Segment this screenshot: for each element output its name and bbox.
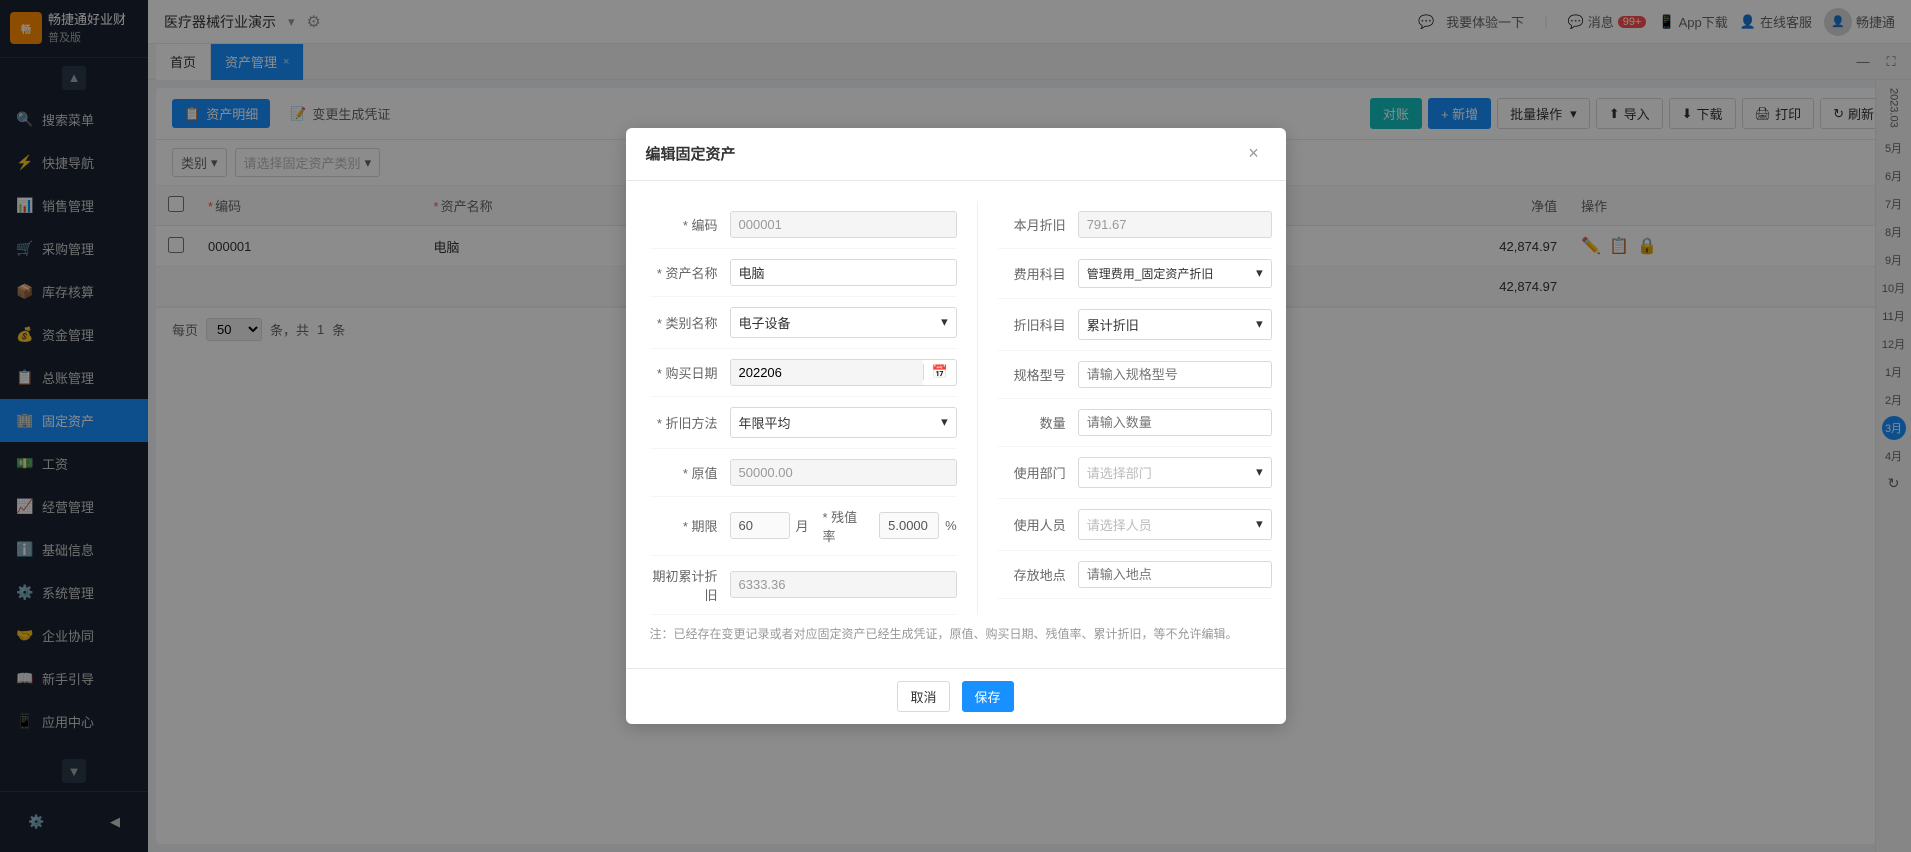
form-storage-row: 存放地点 <box>998 551 1272 599</box>
form-period-row: * 期限 月 * 残值率 % <box>650 497 957 556</box>
expense-account-value: 管理费用_固定资产折旧 <box>1087 265 1214 282</box>
form-name-row: * 资产名称 <box>650 249 957 297</box>
modal-header: 编辑固定资产 × <box>626 128 1286 181</box>
user-select[interactable]: 请选择人员 ▾ <box>1078 509 1272 540</box>
form-right-col: 本月折旧 费用科目 管理费用_固定资产折旧 ▾ 折旧科目 累计折旧 <box>978 201 1272 615</box>
depreciation-method-value: 年限平均 <box>739 413 791 432</box>
calendar-icon[interactable]: 📅 <box>923 364 956 380</box>
purchase-date-label: * 购买日期 <box>650 363 730 382</box>
department-select[interactable]: 请选择部门 ▾ <box>1078 457 1272 488</box>
edit-asset-modal: 编辑固定资产 × * 编码 * 资产名称 * 类别名称 <box>626 128 1286 724</box>
form-code-row: * 编码 <box>650 201 957 249</box>
depreciation-method-select[interactable]: 年限平均 ▾ <box>730 407 957 438</box>
storage-input[interactable] <box>1078 561 1272 588</box>
category-label: * 类别名称 <box>650 313 730 332</box>
storage-label: 存放地点 <box>998 565 1078 584</box>
form-monthly-depreciation-row: 本月折旧 <box>998 201 1272 249</box>
original-value-input[interactable] <box>730 459 957 486</box>
name-input[interactable] <box>730 259 957 286</box>
spec-input[interactable] <box>1078 361 1272 388</box>
code-input[interactable] <box>730 211 957 238</box>
monthly-depreciation-input[interactable] <box>1078 211 1272 238</box>
modal-close-button[interactable]: × <box>1242 142 1266 166</box>
form-user-row: 使用人员 请选择人员 ▾ <box>998 499 1272 551</box>
user-placeholder: 请选择人员 <box>1087 515 1152 534</box>
depreciation-account-value: 累计折旧 <box>1087 315 1139 334</box>
residual-rate-label: * 残值率 <box>823 507 866 545</box>
name-label: * 资产名称 <box>650 263 730 282</box>
form-expense-account-row: 费用科目 管理费用_固定资产折旧 ▾ <box>998 249 1272 299</box>
spec-label: 规格型号 <box>998 365 1078 384</box>
notice-text: 注：已经存在变更记录或者对应固定资产已经生成凭证，原值、购买日期、残值率、累计折… <box>650 615 1262 648</box>
form-purchase-date-row: * 购买日期 📅 <box>650 349 957 397</box>
period-unit: 月 <box>796 516 809 535</box>
form-spec-row: 规格型号 <box>998 351 1272 399</box>
monthly-depreciation-label: 本月折旧 <box>998 215 1078 234</box>
quantity-input[interactable] <box>1078 409 1272 436</box>
residual-rate-unit: % <box>945 518 957 533</box>
expense-account-icon: ▾ <box>1256 265 1263 281</box>
category-dropdown-icon: ▾ <box>941 314 948 330</box>
expense-account-select[interactable]: 管理费用_固定资产折旧 ▾ <box>1078 259 1272 288</box>
category-value: 电子设备 <box>739 313 791 332</box>
modal-title: 编辑固定资产 <box>646 143 736 164</box>
user-label: 使用人员 <box>998 515 1078 534</box>
category-select[interactable]: 电子设备 ▾ <box>730 307 957 338</box>
period-input[interactable] <box>730 512 790 539</box>
expense-account-label: 费用科目 <box>998 264 1078 283</box>
user-select-icon: ▾ <box>1256 516 1263 532</box>
modal-overlay: 编辑固定资产 × * 编码 * 资产名称 * 类别名称 <box>0 0 1911 852</box>
department-label: 使用部门 <box>998 463 1078 482</box>
form-grid: * 编码 * 资产名称 * 类别名称 电子设备 ▾ <box>650 201 1262 615</box>
quantity-label: 数量 <box>998 413 1078 432</box>
depreciation-account-select[interactable]: 累计折旧 ▾ <box>1078 309 1272 340</box>
period-label: * 期限 <box>650 516 730 535</box>
purchase-date-input-group: 📅 <box>730 359 957 386</box>
code-label: * 编码 <box>650 215 730 234</box>
purchase-date-input[interactable] <box>731 360 923 385</box>
save-button[interactable]: 保存 <box>962 681 1014 712</box>
depreciation-account-icon: ▾ <box>1256 316 1263 332</box>
form-department-row: 使用部门 请选择部门 ▾ <box>998 447 1272 499</box>
initial-depreciation-input[interactable] <box>730 571 957 598</box>
department-icon: ▾ <box>1256 464 1263 480</box>
form-left-col: * 编码 * 资产名称 * 类别名称 电子设备 ▾ <box>650 201 978 615</box>
original-value-label: * 原值 <box>650 463 730 482</box>
form-original-value-row: * 原值 <box>650 449 957 497</box>
department-placeholder: 请选择部门 <box>1087 463 1152 482</box>
form-quantity-row: 数量 <box>998 399 1272 447</box>
form-category-row: * 类别名称 电子设备 ▾ <box>650 297 957 349</box>
depreciation-account-label: 折旧科目 <box>998 315 1078 334</box>
period-group: 月 * 残值率 % <box>730 507 957 545</box>
form-depreciation-method-row: * 折旧方法 年限平均 ▾ <box>650 397 957 449</box>
cancel-button[interactable]: 取消 <box>897 681 949 712</box>
modal-footer: 取消 保存 <box>626 668 1286 724</box>
modal-body: * 编码 * 资产名称 * 类别名称 电子设备 ▾ <box>626 181 1286 668</box>
depreciation-dropdown-icon: ▾ <box>941 414 948 430</box>
residual-rate-input[interactable] <box>879 512 939 539</box>
initial-depreciation-label: 期初累计折旧 <box>650 566 730 604</box>
form-depreciation-account-row: 折旧科目 累计折旧 ▾ <box>998 299 1272 351</box>
form-initial-depreciation-row: 期初累计折旧 <box>650 556 957 615</box>
depreciation-method-label: * 折旧方法 <box>650 413 730 432</box>
